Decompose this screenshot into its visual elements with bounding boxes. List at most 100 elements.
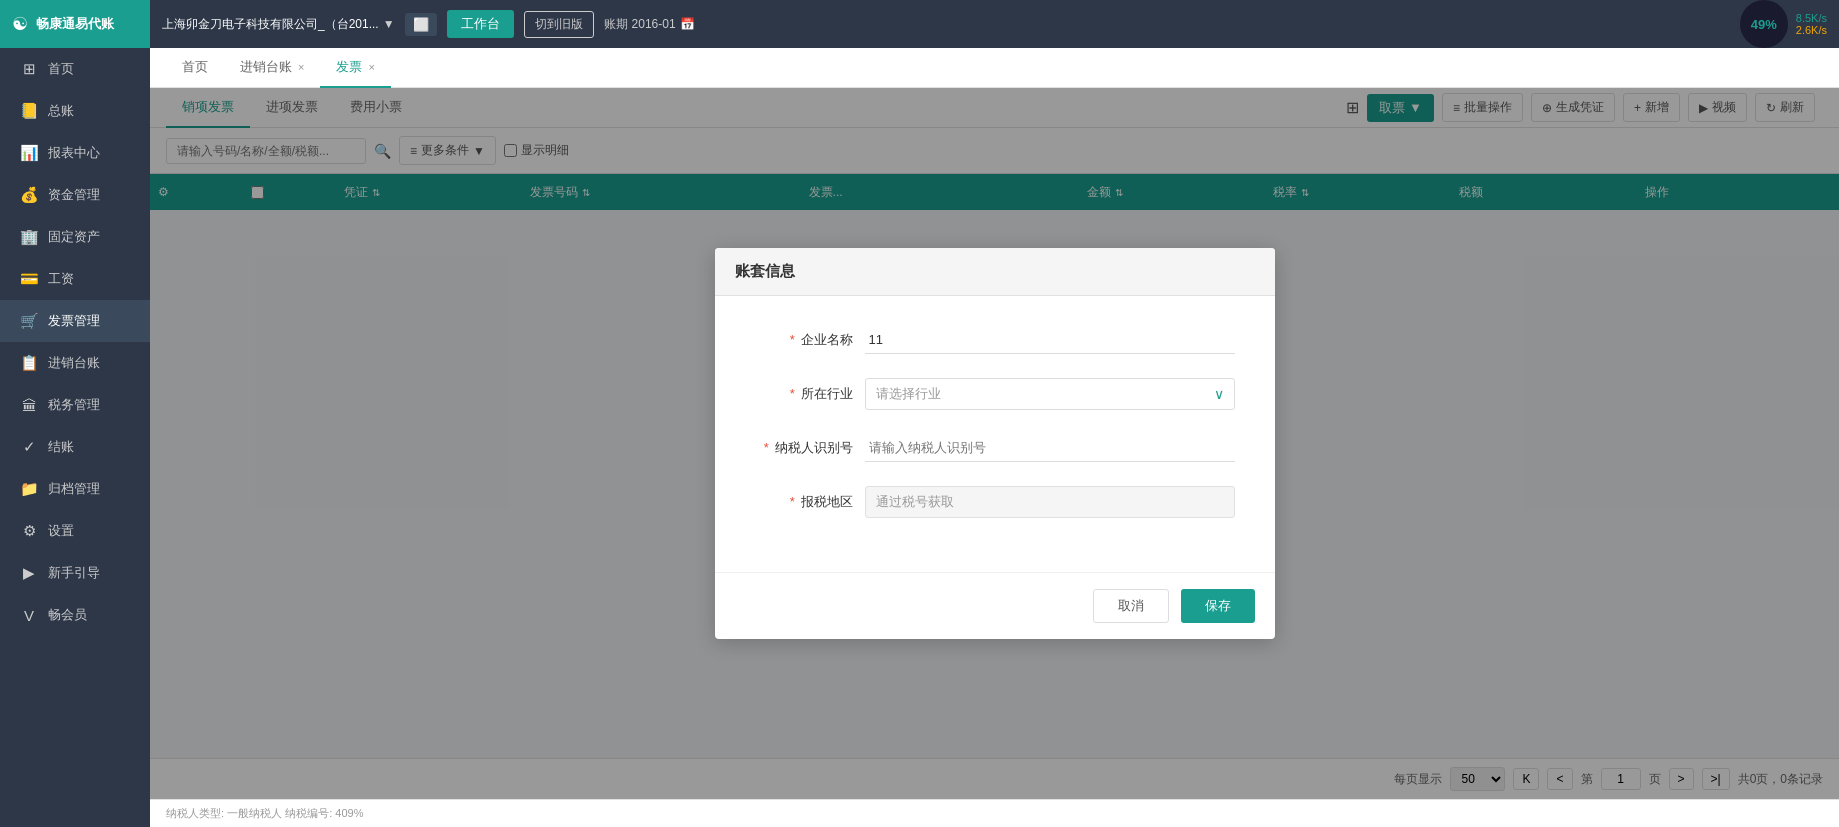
modal-dialog: 账套信息 * 企业名称 * 所在行 — [715, 248, 1275, 639]
form-row-industry: * 所在行业 请选择行业 ∨ — [755, 378, 1235, 410]
modal-footer: 取消 保存 — [715, 572, 1275, 639]
salary-icon: 💳 — [20, 270, 38, 288]
speed-percent: 49% — [1751, 17, 1777, 32]
period-display: 账期 2016-01 📅 — [604, 16, 695, 33]
sidebar-item-tax[interactable]: 🏛 税务管理 — [0, 384, 150, 426]
tab-home[interactable]: 首页 — [166, 48, 224, 88]
tab-purchase-close[interactable]: × — [298, 61, 304, 73]
workbench-button[interactable]: 工作台 — [447, 10, 514, 38]
form-row-tax-region: * 报税地区 通过税号获取 — [755, 486, 1235, 518]
sidebar-item-label: 报表中心 — [48, 144, 100, 162]
required-star: * — [790, 332, 795, 347]
archive-icon: 📁 — [20, 480, 38, 498]
sidebar-item-invoice[interactable]: 🛒 发票管理 — [0, 300, 150, 342]
sidebar: ☯ 畅康通易代账 ⊞ 首页 📒 总账 📊 报表中心 💰 资金管理 🏢 固定资产 … — [0, 0, 150, 827]
company-name-input[interactable] — [865, 326, 1235, 354]
industry-chevron-icon: ∨ — [1214, 386, 1224, 402]
speed-info: 8.5K/s 2.6K/s — [1796, 12, 1827, 36]
bottom-bar: 纳税人类型: 一般纳税人 纳税编号: 409% — [150, 799, 1839, 827]
sidebar-item-label: 固定资产 — [48, 228, 100, 246]
tax-id-input[interactable] — [865, 434, 1235, 462]
company-name-label: 企业名称 — [801, 332, 853, 347]
sidebar-item-home[interactable]: ⊞ 首页 — [0, 48, 150, 90]
modal-overlay[interactable]: 账套信息 * 企业名称 * 所在行 — [150, 88, 1839, 799]
tax-region-label: 报税地区 — [801, 494, 853, 509]
modal-header: 账套信息 — [715, 248, 1275, 296]
sidebar-item-label: 进销台账 — [48, 354, 100, 372]
switch-old-button[interactable]: 切到旧版 — [524, 11, 594, 38]
tab-invoice[interactable]: 发票 × — [320, 48, 390, 88]
company-name: 上海卯金刀电子科技有限公司_（台201... — [162, 16, 379, 33]
period-value: 2016-01 — [632, 17, 676, 31]
invoice-icon: 🛒 — [20, 312, 38, 330]
sidebar-item-member[interactable]: V 畅会员 — [0, 594, 150, 636]
sidebar-item-label: 工资 — [48, 270, 74, 288]
sidebar-item-archive[interactable]: 📁 归档管理 — [0, 468, 150, 510]
tab-invoice-label: 发票 — [336, 58, 362, 76]
sidebar-item-label: 新手引导 — [48, 564, 100, 582]
speed-up: 8.5K/s — [1796, 12, 1827, 24]
page-content: 销项发票 进项发票 费用小票 ⊞ 取票 ▼ ≡ 批量操作 — [150, 88, 1839, 799]
topbar-right: 49% 8.5K/s 2.6K/s — [1740, 0, 1827, 48]
required-star: * — [790, 494, 795, 509]
required-star: * — [790, 386, 795, 401]
industry-select[interactable]: 请选择行业 ∨ — [865, 378, 1235, 410]
sidebar-item-guide[interactable]: ▶ 新手引导 — [0, 552, 150, 594]
form-row-tax-id: * 纳税人识别号 — [755, 434, 1235, 462]
member-icon: V — [20, 607, 38, 624]
sidebar-item-label: 设置 — [48, 522, 74, 540]
guide-icon: ▶ — [20, 564, 38, 582]
sidebar-item-ledger[interactable]: 📒 总账 — [0, 90, 150, 132]
bottom-bar-text: 纳税人类型: 一般纳税人 纳税编号: 409% — [166, 806, 363, 821]
tab-invoice-close[interactable]: × — [368, 61, 374, 73]
topbar: 上海卯金刀电子科技有限公司_（台201... ▼ ⬜ 工作台 切到旧版 账期 2… — [150, 0, 1839, 48]
sidebar-item-funds[interactable]: 💰 资金管理 — [0, 174, 150, 216]
tab-bar: 首页 进销台账 × 发票 × — [150, 48, 1839, 88]
tax-icon: 🏛 — [20, 397, 38, 414]
industry-placeholder: 请选择行业 — [876, 385, 941, 403]
form-label-tax-region: * 报税地区 — [755, 493, 865, 511]
sidebar-item-settings[interactable]: ⚙ 设置 — [0, 510, 150, 552]
assets-icon: 🏢 — [20, 228, 38, 246]
sidebar-item-purchase[interactable]: 📋 进销台账 — [0, 342, 150, 384]
logo-icon: ☯ — [12, 13, 28, 35]
tax-region-placeholder: 通过税号获取 — [876, 494, 954, 509]
speed-badge: 49% — [1740, 0, 1788, 48]
save-button[interactable]: 保存 — [1181, 589, 1255, 623]
tab-home-label: 首页 — [182, 58, 208, 76]
tax-region-display: 通过税号获取 — [865, 486, 1235, 518]
sidebar-item-salary[interactable]: 💳 工资 — [0, 258, 150, 300]
company-selector[interactable]: 上海卯金刀电子科技有限公司_（台201... ▼ — [162, 16, 395, 33]
copy-button[interactable]: ⬜ — [405, 13, 437, 36]
sidebar-item-assets[interactable]: 🏢 固定资产 — [0, 216, 150, 258]
sidebar-item-label: 总账 — [48, 102, 74, 120]
home-icon: ⊞ — [20, 60, 38, 78]
form-label-industry: * 所在行业 — [755, 385, 865, 403]
form-label-company-name: * 企业名称 — [755, 331, 865, 349]
calendar-icon[interactable]: 📅 — [680, 17, 695, 31]
sidebar-item-reports[interactable]: 📊 报表中心 — [0, 132, 150, 174]
form-label-tax-id: * 纳税人识别号 — [755, 439, 865, 457]
form-row-company-name: * 企业名称 — [755, 326, 1235, 354]
sidebar-item-label: 发票管理 — [48, 312, 100, 330]
company-dropdown-icon[interactable]: ▼ — [383, 17, 395, 31]
reports-icon: 📊 — [20, 144, 38, 162]
period-label: 账期 — [604, 16, 628, 33]
main-area: 上海卯金刀电子科技有限公司_（台201... ▼ ⬜ 工作台 切到旧版 账期 2… — [150, 0, 1839, 827]
cancel-button[interactable]: 取消 — [1093, 589, 1169, 623]
logo-area: ☯ 畅康通易代账 — [0, 0, 150, 48]
tax-id-label: 纳税人识别号 — [775, 440, 853, 455]
logo-text: 畅康通易代账 — [36, 15, 114, 33]
modal-title: 账套信息 — [735, 262, 795, 279]
purchase-icon: 📋 — [20, 354, 38, 372]
tab-purchase-label: 进销台账 — [240, 58, 292, 76]
tab-purchase[interactable]: 进销台账 × — [224, 48, 320, 88]
sidebar-item-label: 畅会员 — [48, 606, 87, 624]
required-star: * — [764, 440, 769, 455]
sidebar-item-label: 结账 — [48, 438, 74, 456]
sidebar-item-label: 税务管理 — [48, 396, 100, 414]
sidebar-item-label: 归档管理 — [48, 480, 100, 498]
sidebar-item-settlement[interactable]: ✓ 结账 — [0, 426, 150, 468]
sidebar-item-label: 首页 — [48, 60, 74, 78]
speed-down: 2.6K/s — [1796, 24, 1827, 36]
